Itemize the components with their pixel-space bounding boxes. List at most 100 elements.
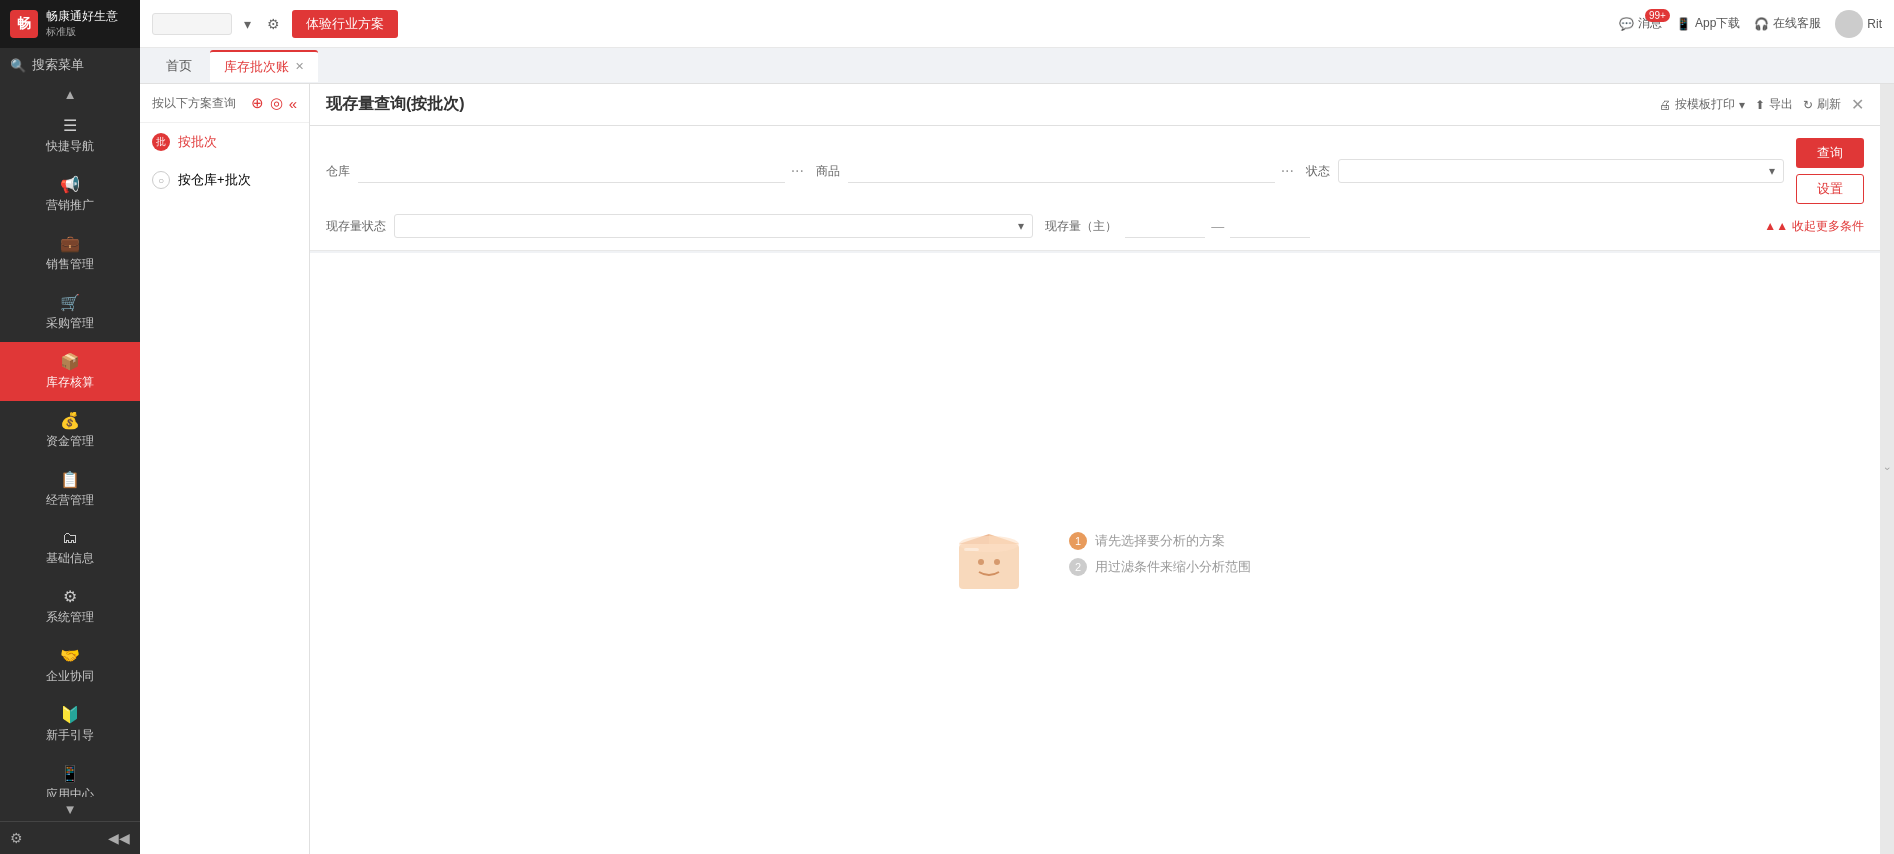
user-profile-btn[interactable]: Rit xyxy=(1835,10,1882,38)
app-download-label: App下载 xyxy=(1695,15,1740,32)
tab-close-inventory-batch[interactable]: ✕ xyxy=(295,60,304,73)
print-label: 按模板打印 xyxy=(1675,96,1735,113)
online-service-btn[interactable]: 🎧 在线客服 xyxy=(1754,15,1821,32)
sidebar-nav: ☰ 快捷导航 📢营销推广 💼 销售管理 🛒 采购管理 📦库存核算💰资金管理📋经营管理🗂基础信息… xyxy=(0,106,140,797)
sidebar-title: 畅康通好生意 xyxy=(46,9,118,25)
filter-sidebar-header: 按以下方案查询 ⊕ ◎ « xyxy=(140,84,309,123)
sidebar-item-label-system: 系统管理 xyxy=(46,609,94,626)
query-header: 现存量查询(按批次) 🖨 按模板打印 ▾ ⬆ 导出 ↻ 刷新 xyxy=(310,84,1880,126)
empty-svg xyxy=(939,504,1039,604)
sidebar-item-sales[interactable]: 💼 销售管理 xyxy=(0,224,140,283)
topbar-right: 💬 消息 99+ 📱 App下载 🎧 在线客服 Rit xyxy=(1619,10,1882,38)
app-download-btn[interactable]: 📱 App下载 xyxy=(1676,15,1740,32)
topbar-dropdown-btn[interactable]: ▾ xyxy=(240,12,255,36)
sidebar-footer: ⚙ ◀◀ xyxy=(0,821,140,854)
main-area: ▾ ⚙ 体验行业方案 💬 消息 99+ 📱 App下载 🎧 在线客服 Rit xyxy=(140,0,1894,854)
sidebar-item-app[interactable]: 📱 应用中心 xyxy=(0,754,140,797)
message-icon: 💬 xyxy=(1619,17,1634,31)
filter-item-by-warehouse-batch[interactable]: ○ 按仓库+批次 xyxy=(140,161,309,199)
status-filter-field: 状态 ▾ xyxy=(1306,159,1784,183)
avatar xyxy=(1835,10,1863,38)
filter-item-icon-warehouse: ○ xyxy=(152,171,170,189)
right-collapse-panel[interactable]: › xyxy=(1880,84,1894,854)
product-more-btn[interactable]: ··· xyxy=(1281,162,1294,180)
export-btn[interactable]: ⬆ 导出 xyxy=(1755,96,1793,113)
sidebar-item-collab[interactable]: 🤝企业协同 xyxy=(0,636,140,695)
sidebar-scroll-down[interactable]: ▼ xyxy=(0,797,140,821)
warehouse-more-btn[interactable]: ··· xyxy=(791,162,804,180)
topbar: ▾ ⚙ 体验行业方案 💬 消息 99+ 📱 App下载 🎧 在线客服 Rit xyxy=(140,0,1894,48)
collapse-more-btn[interactable]: ▲▲ 收起更多条件 xyxy=(1764,218,1864,235)
topbar-left: ▾ ⚙ 体验行业方案 xyxy=(152,10,1611,38)
empty-hint-2: 2 用过滤条件来缩小分析范围 xyxy=(1069,558,1251,576)
warehouse-input[interactable] xyxy=(358,160,785,183)
app-icon: 📱 xyxy=(60,764,80,783)
empty-hints: 1 请先选择要分析的方案 2 用过滤条件来缩小分析范围 xyxy=(1069,532,1251,576)
query-area: 现存量查询(按批次) 🖨 按模板打印 ▾ ⬆ 导出 ↻ 刷新 xyxy=(310,84,1880,854)
quick-nav-icon: ☰ xyxy=(63,116,77,135)
refresh-btn[interactable]: ↻ 刷新 xyxy=(1803,96,1841,113)
inv-status-arrow: ▾ xyxy=(1018,219,1024,233)
sidebar-item-inventory[interactable]: 📦库存核算 xyxy=(0,342,140,401)
tab-home[interactable]: 首页 xyxy=(152,51,206,81)
sidebar-item-label-sales: 销售管理 xyxy=(46,256,94,273)
close-panel-btn[interactable]: ✕ xyxy=(1851,95,1864,114)
query-btn[interactable]: 查询 xyxy=(1796,138,1864,168)
warehouse-label: 仓库 xyxy=(326,163,350,180)
collapse-sidebar-btn[interactable]: ◀◀ xyxy=(108,830,130,846)
svg-rect-6 xyxy=(964,548,979,551)
sidebar-item-marketing[interactable]: 📢营销推广 xyxy=(0,165,140,224)
marketing-icon: 📢 xyxy=(60,175,80,194)
refresh-label: 刷新 xyxy=(1817,96,1841,113)
sidebar-item-label-quick-nav: 快捷导航 xyxy=(46,138,94,155)
online-service-label: 在线客服 xyxy=(1773,15,1821,32)
sidebar-scroll-up[interactable]: ▲ xyxy=(0,82,140,106)
messages-btn[interactable]: 💬 消息 99+ xyxy=(1619,15,1662,32)
sidebar-item-purchase[interactable]: 🛒 采购管理 xyxy=(0,283,140,342)
breadcrumb-search[interactable] xyxy=(152,13,232,35)
sidebar-item-system[interactable]: ⚙系统管理 xyxy=(0,577,140,636)
filter-item-by-batch[interactable]: 批 按批次 xyxy=(140,123,309,161)
sidebar-item-label-app: 应用中心 xyxy=(46,786,94,797)
plan-settings-btn[interactable]: ◎ xyxy=(270,94,283,112)
add-plan-btn[interactable]: ⊕ xyxy=(251,94,264,112)
qty-range-sep: — xyxy=(1211,219,1224,234)
refresh-icon: ↻ xyxy=(1803,98,1813,112)
sidebar-search-menu[interactable]: 🔍 搜索菜单 xyxy=(0,48,140,82)
query-actions: 🖨 按模板打印 ▾ ⬆ 导出 ↻ 刷新 ✕ xyxy=(1659,95,1864,114)
trial-industry-btn[interactable]: 体验行业方案 xyxy=(292,10,398,38)
collapse-filter-btn[interactable]: « xyxy=(289,95,297,112)
topbar-settings-btn[interactable]: ⚙ xyxy=(263,12,284,36)
product-input[interactable] xyxy=(848,160,1275,183)
filter-bar: 仓库 ··· 商品 ··· 状态 ▾ xyxy=(310,126,1880,251)
status-select[interactable]: ▾ xyxy=(1338,159,1784,183)
sidebar-item-operations[interactable]: 📋经营管理 xyxy=(0,460,140,519)
purchase-icon: 🛒 xyxy=(60,293,80,312)
operations-icon: 📋 xyxy=(60,470,80,489)
sidebar: 畅 畅康通好生意 标准版 🔍 搜索菜单 ▲ ☰快捷导航📢营销推广💼销售管理🛒采购… xyxy=(0,0,140,854)
settings-btn[interactable]: 设置 xyxy=(1796,174,1864,204)
sidebar-item-guide[interactable]: 🔰新手引导 xyxy=(0,695,140,754)
inv-status-select[interactable]: ▾ xyxy=(394,214,1033,238)
inv-qty-min[interactable] xyxy=(1125,215,1205,238)
sidebar-item-quick-nav[interactable]: ☰ 快捷导航 xyxy=(0,106,140,165)
print-icon: 🖨 xyxy=(1659,98,1671,112)
hint-num-1: 1 xyxy=(1069,532,1087,550)
svg-point-4 xyxy=(978,559,984,565)
sidebar-item-finance[interactable]: 💰资金管理 xyxy=(0,401,140,460)
filter-sidebar: 按以下方案查询 ⊕ ◎ « 批 按批次 ○ 按仓库+批次 xyxy=(140,84,310,854)
sidebar-item-label-purchase: 采购管理 xyxy=(46,315,94,332)
sidebar-item-label-guide: 新手引导 xyxy=(46,727,94,744)
tab-inventory-batch-label: 库存批次账 xyxy=(224,58,289,76)
tab-inventory-batch[interactable]: 库存批次账 ✕ xyxy=(210,50,318,82)
basic-icon: 🗂 xyxy=(62,529,78,547)
product-label: 商品 xyxy=(816,163,840,180)
page-title: 现存量查询(按批次) xyxy=(326,94,465,115)
print-btn[interactable]: 🖨 按模板打印 ▾ xyxy=(1659,96,1745,113)
inv-qty-max[interactable] xyxy=(1230,215,1310,238)
hint-text-2: 用过滤条件来缩小分析范围 xyxy=(1095,558,1251,576)
sidebar-item-basic[interactable]: 🗂基础信息 xyxy=(0,519,140,577)
print-dropdown-icon: ▾ xyxy=(1739,98,1745,112)
settings-icon-btn[interactable]: ⚙ xyxy=(10,830,23,846)
sales-icon: 💼 xyxy=(60,234,80,253)
